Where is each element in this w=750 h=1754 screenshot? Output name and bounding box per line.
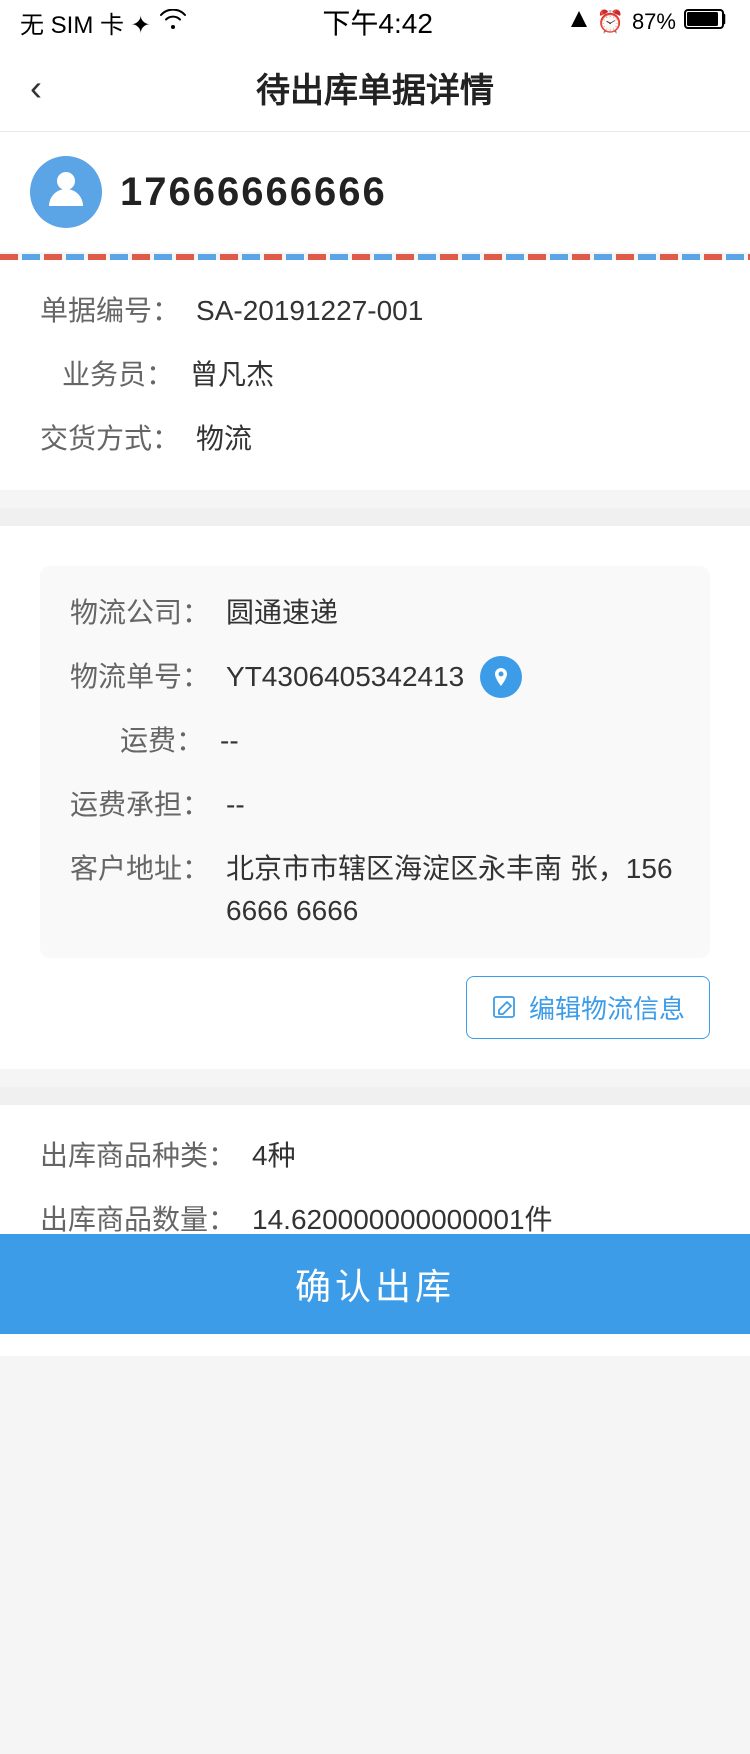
back-button[interactable]: ‹ — [30, 57, 52, 119]
status-left: 无 SIM 卡 ✦ — [20, 5, 187, 40]
section-divider-1 — [0, 508, 750, 526]
document-number-value: SA-20191227-001 — [196, 290, 710, 332]
sales-person-row: 业务员： 曾凡杰 — [40, 354, 710, 396]
delivery-method-row: 交货方式： 物流 — [40, 418, 710, 460]
delivery-method-value: 物流 — [196, 418, 710, 460]
page-title: 待出库单据详情 — [256, 63, 494, 112]
logistics-company-row: 物流公司： 圆通速递 — [70, 592, 680, 634]
edit-logistics-label: 编辑物流信息 — [529, 989, 685, 1026]
address-value: 北京市市辖区海淀区永丰南 张，156 6666 6666 — [226, 848, 680, 932]
nav-bar: ‹ 待出库单据详情 — [0, 44, 750, 132]
document-number-label: 单据编号： — [40, 290, 196, 332]
tracking-number-row: 物流单号： YT4306405342413 — [70, 656, 680, 698]
status-bar: 无 SIM 卡 ✦ 下午4:42 ⏰ 87% — [0, 0, 750, 44]
main-content: 无 SIM 卡 ✦ 下午4:42 ⏰ 87% — [0, 0, 750, 1754]
sim-signal: 无 SIM 卡 ✦ — [20, 5, 151, 40]
edit-icon — [491, 994, 519, 1022]
freight-row: 运费： -- — [70, 720, 680, 762]
sales-person-value: 曾凡杰 — [190, 354, 710, 396]
document-number-row: 单据编号： SA-20191227-001 — [40, 290, 710, 332]
type-count-value: 4种 — [252, 1135, 710, 1177]
sales-person-label: 业务员： — [40, 354, 190, 396]
bottom-spacer — [0, 1374, 750, 1654]
address-label: 客户地址： — [70, 848, 226, 890]
confirm-button-label: 确认出库 — [295, 1258, 455, 1310]
type-count-label: 出库商品种类： — [40, 1135, 252, 1177]
tracking-number-label: 物流单号： — [70, 656, 226, 698]
freight-bearer-value: -- — [226, 784, 680, 826]
wifi-icon — [159, 8, 187, 36]
customer-phone: 17666666666 — [120, 170, 387, 215]
person-icon — [45, 166, 87, 218]
freight-bearer-row: 运费承担： -- — [70, 784, 680, 826]
status-right: ⏰ 87% — [569, 8, 730, 36]
battery-percent: 87% — [632, 9, 676, 35]
tracking-number-value: YT4306405342413 — [226, 656, 680, 698]
logistics-company-label: 物流公司： — [70, 592, 226, 634]
freight-value: -- — [220, 720, 680, 762]
type-count-row: 出库商品种类： 4种 — [40, 1135, 710, 1177]
battery-icon — [684, 8, 730, 36]
logistics-box: 物流公司： 圆通速递 物流单号： YT4306405342413 运费： -- — [40, 566, 710, 958]
freight-bearer-label: 运费承担： — [70, 784, 226, 826]
edit-logistics-button[interactable]: 编辑物流信息 — [466, 976, 710, 1039]
freight-label: 运费： — [70, 720, 220, 762]
logistics-section: 物流公司： 圆通速递 物流单号： YT4306405342413 运费： -- — [0, 526, 750, 1069]
confirm-button-bar[interactable]: 确认出库 — [0, 1234, 750, 1334]
edit-logistics-btn-row: 编辑物流信息 — [40, 976, 710, 1039]
basic-info-section: 单据编号： SA-20191227-001 业务员： 曾凡杰 交货方式： 物流 — [0, 260, 750, 490]
logistics-company-value: 圆通速递 — [226, 592, 680, 634]
customer-header: 17666666666 — [0, 132, 750, 252]
location-indicator — [569, 9, 589, 35]
alarm-icon: ⏰ — [597, 9, 624, 35]
section-divider-2 — [0, 1087, 750, 1105]
status-time: 下午4:42 — [322, 2, 433, 42]
avatar — [30, 156, 102, 228]
address-row: 客户地址： 北京市市辖区海淀区永丰南 张，156 6666 6666 — [70, 848, 680, 932]
map-pin-icon[interactable] — [480, 656, 522, 698]
delivery-method-label: 交货方式： — [40, 418, 196, 460]
